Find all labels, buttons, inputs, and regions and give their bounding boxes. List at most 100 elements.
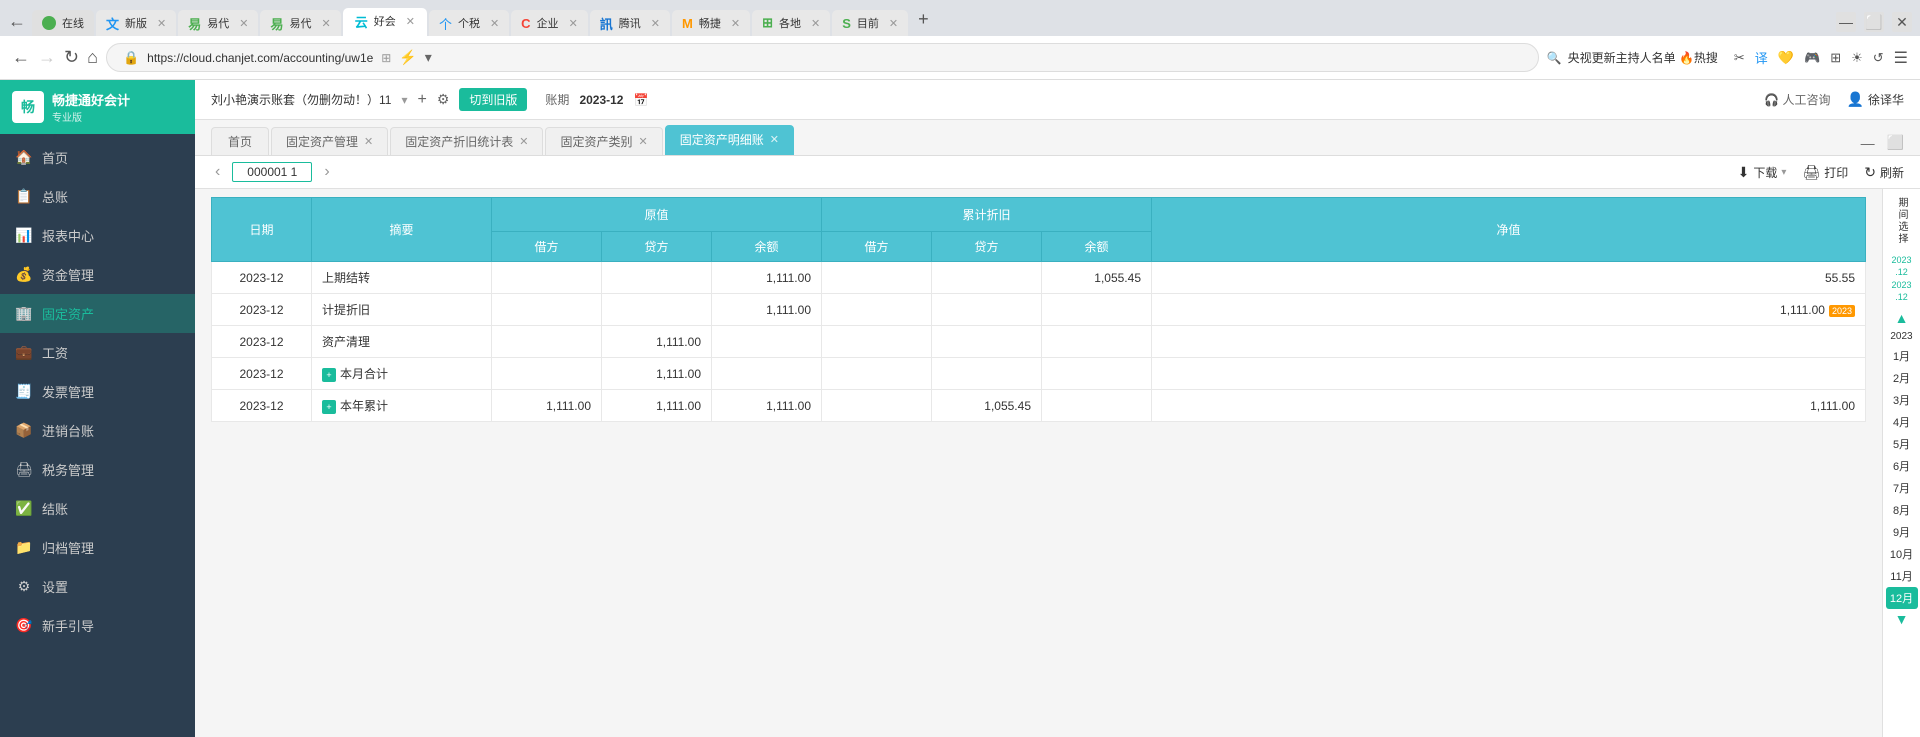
tab-好会-active[interactable]: 云 好会 ✕ [343, 8, 427, 36]
row-icon: + [322, 368, 336, 382]
sidebar-item-general-ledger[interactable]: 📋 总账 [0, 177, 195, 216]
tab-close-icon[interactable]: ✕ [364, 135, 373, 148]
num-cell: 1,111.00 [602, 326, 712, 358]
reload-button[interactable]: ↻ [64, 47, 79, 68]
tab-目前[interactable]: S 目前 ✕ [832, 10, 908, 36]
back-button[interactable]: ← [12, 47, 30, 68]
lightning-icon[interactable]: ⚡ [399, 49, 416, 66]
new-tab-btn[interactable]: + [910, 5, 937, 34]
tab-各地[interactable]: ⊞ 各地 ✕ [752, 10, 830, 36]
switch-version-btn[interactable]: 切到旧版 [459, 88, 527, 111]
sidebar-item-reports[interactable]: 📊 报表中心 [0, 216, 195, 255]
sidebar-item-fixed-assets[interactable]: 🏢 固定资产 [0, 294, 195, 333]
tab-close[interactable]: ✕ [490, 17, 499, 30]
history-back-icon[interactable]: ↺ [1873, 50, 1884, 66]
tab-close[interactable]: ✕ [811, 17, 820, 30]
tab-close-icon[interactable]: ✕ [770, 133, 779, 146]
browser-back-btn[interactable]: ← [8, 11, 26, 32]
num-cell [492, 358, 602, 390]
tab-close[interactable]: ✕ [157, 17, 166, 30]
period-month-4[interactable]: 4月 [1886, 411, 1918, 433]
calendar-icon[interactable]: 📅 [633, 93, 648, 107]
sidebar-item-capital[interactable]: 💰 资金管理 [0, 255, 195, 294]
tab-在线[interactable]: 在线 [32, 10, 94, 36]
site-info-icon[interactable]: ⊞ [381, 51, 391, 65]
period-month-2[interactable]: 2月 [1886, 367, 1918, 389]
scroll-up-icon[interactable]: ▲ [1895, 310, 1909, 326]
settings-icon: ⚙ [16, 579, 32, 595]
human-service-btn[interactable]: 🎧 人工咨询 [1764, 91, 1830, 108]
tab-close[interactable]: ✕ [321, 17, 330, 30]
tab-易代2[interactable]: 易 易代 ✕ [260, 10, 340, 36]
game-icon[interactable]: 🎮 [1804, 50, 1820, 66]
scissors-icon[interactable]: ✂ [1734, 50, 1745, 66]
tab-新版[interactable]: 文 新版 ✕ [96, 10, 176, 36]
grid-icon[interactable]: ⊞ [1830, 50, 1841, 66]
address-bar[interactable]: 🔒 https://cloud.chanjet.com/accounting/u… [106, 43, 1539, 72]
period-month-9[interactable]: 9月 [1886, 521, 1918, 543]
num-cell: 1,111.00 [712, 262, 822, 294]
scroll-down-icon[interactable]: ▼ [1895, 611, 1909, 627]
expand-icon[interactable]: ▾ [425, 49, 432, 66]
tab-asset-detail-active[interactable]: 固定资产明细账 ✕ [665, 125, 794, 155]
tab-close[interactable]: ✕ [731, 17, 740, 30]
period-month-8[interactable]: 8月 [1886, 499, 1918, 521]
tab-close[interactable]: ✕ [651, 17, 660, 30]
sidebar-item-payroll[interactable]: 💼 工资 [0, 333, 195, 372]
minimize-panel-icon[interactable]: — [1861, 135, 1875, 151]
tab-close-active[interactable]: ✕ [406, 15, 415, 28]
tab-企业[interactable]: C 企业 ✕ [511, 10, 588, 36]
prev-page-btn[interactable]: ‹ [211, 163, 224, 181]
sidebar-item-invoice[interactable]: 🧾 发票管理 [0, 372, 195, 411]
maximize-panel-icon[interactable]: ⬜ [1887, 134, 1904, 151]
tab-depreciation-stats[interactable]: 固定资产折旧统计表 ✕ [390, 127, 543, 155]
tab-腾讯[interactable]: 訊 腾讯 ✕ [590, 10, 670, 36]
browser-close[interactable]: ✕ [1892, 12, 1912, 32]
num-cell [822, 326, 932, 358]
next-page-btn[interactable]: › [320, 163, 333, 181]
period-month-3[interactable]: 3月 [1886, 389, 1918, 411]
brightness-icon[interactable]: ☀ [1851, 50, 1863, 66]
tab-个税[interactable]: 个 个税 ✕ [429, 10, 509, 36]
sidebar-item-home[interactable]: 🏠 首页 [0, 138, 195, 177]
period-month-1[interactable]: 1月 [1886, 345, 1918, 367]
num-cell [492, 294, 602, 326]
print-btn[interactable]: 🖨 打印 [1802, 164, 1848, 181]
tab-close[interactable]: ✕ [569, 17, 578, 30]
tab-fixed-assets-mgmt[interactable]: 固定资产管理 ✕ [271, 127, 388, 155]
period-month-10[interactable]: 10月 [1886, 543, 1918, 565]
tab-asset-category[interactable]: 固定资产类别 ✕ [545, 127, 662, 155]
sidebar-item-guide[interactable]: 🎯 新手引导 [0, 606, 195, 645]
tab-home[interactable]: 首页 [211, 127, 269, 155]
dropdown-icon[interactable]: ▾ [401, 93, 407, 107]
add-account-btn[interactable]: + [418, 91, 427, 109]
home-button[interactable]: ⌂ [87, 47, 98, 68]
forward-button[interactable]: → [38, 47, 56, 68]
sidebar-item-purchase-sales[interactable]: 📦 进销台账 [0, 411, 195, 450]
menu-icon[interactable]: ☰ [1894, 48, 1908, 68]
sidebar-item-settings[interactable]: ⚙ 设置 [0, 567, 195, 606]
tab-close-icon[interactable]: ✕ [519, 135, 528, 148]
settings-small-btn[interactable]: ⚙ [437, 91, 450, 108]
period-month-5[interactable]: 5月 [1886, 433, 1918, 455]
sidebar-item-tax[interactable]: 🖨 税务管理 [0, 450, 195, 489]
tab-close[interactable]: ✕ [239, 17, 248, 30]
sidebar-item-archive[interactable]: 📁 归档管理 [0, 528, 195, 567]
download-btn[interactable]: ⬇ 下载 ▾ [1738, 164, 1787, 181]
tab-易代1[interactable]: 易 易代 ✕ [178, 10, 258, 36]
sidebar-label: 报表中心 [42, 226, 94, 245]
translate-icon[interactable]: 译 [1755, 48, 1768, 67]
tab-close-icon[interactable]: ✕ [639, 135, 648, 148]
period-month-12[interactable]: 12月 [1886, 587, 1918, 609]
sidebar-item-close-account[interactable]: ✅ 结账 [0, 489, 195, 528]
tab-close[interactable]: ✕ [889, 17, 898, 30]
table-row: 2023-12+本月合计1,111.00 [212, 358, 1866, 390]
wallet-icon[interactable]: 💛 [1778, 50, 1794, 66]
period-month-7[interactable]: 7月 [1886, 477, 1918, 499]
tab-畅捷[interactable]: M 畅捷 ✕ [672, 10, 750, 36]
browser-minimize[interactable]: — [1836, 12, 1856, 32]
refresh-btn[interactable]: ↻ 刷新 [1864, 164, 1904, 181]
period-month-6[interactable]: 6月 [1886, 455, 1918, 477]
browser-restore[interactable]: ⬜ [1864, 12, 1884, 32]
period-month-11[interactable]: 11月 [1886, 565, 1918, 587]
